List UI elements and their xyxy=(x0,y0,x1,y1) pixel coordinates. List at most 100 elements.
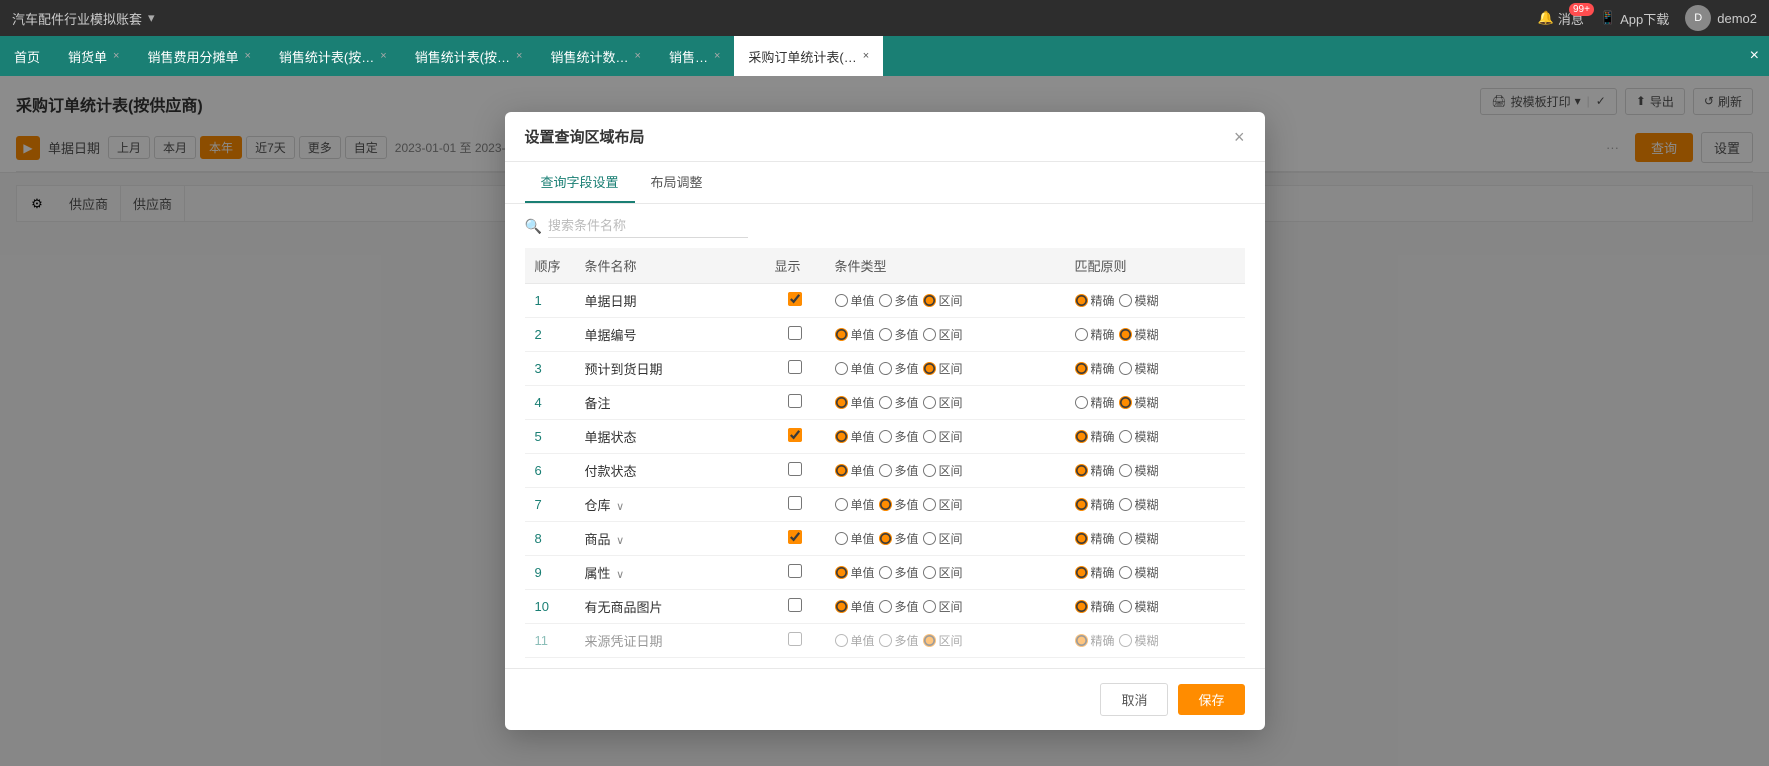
dialog-tab-query-fields[interactable]: 查询字段设置 xyxy=(525,162,635,203)
type-radio-label[interactable]: 区间 xyxy=(923,292,963,309)
match-radio[interactable] xyxy=(1075,396,1088,409)
type-radio-label[interactable]: 多值 xyxy=(879,496,919,513)
type-radio[interactable] xyxy=(923,600,936,613)
type-radio[interactable] xyxy=(879,634,892,647)
type-radio-label[interactable]: 多值 xyxy=(879,564,919,581)
type-radio-label[interactable]: 单值 xyxy=(835,360,875,377)
type-radio[interactable] xyxy=(879,464,892,477)
type-radio-label[interactable]: 区间 xyxy=(923,462,963,479)
display-checkbox[interactable] xyxy=(788,394,802,408)
match-radio[interactable] xyxy=(1075,634,1088,647)
match-radio-label[interactable]: 精确 xyxy=(1075,326,1115,343)
match-radio-label[interactable]: 精确 xyxy=(1075,428,1115,445)
type-radio-label[interactable]: 多值 xyxy=(879,292,919,309)
type-radio[interactable] xyxy=(923,464,936,477)
tab-purchase-stat-close[interactable]: × xyxy=(863,50,869,62)
tab-sales-stat3-close[interactable]: × xyxy=(635,50,641,62)
type-radio-label[interactable]: 单值 xyxy=(835,428,875,445)
tab-sales-expense[interactable]: 销售费用分摊单 × xyxy=(133,36,264,76)
type-radio-label[interactable]: 区间 xyxy=(923,530,963,547)
tab-sales-stat2-close[interactable]: × xyxy=(516,50,522,62)
type-radio[interactable] xyxy=(835,396,848,409)
type-radio[interactable] xyxy=(879,430,892,443)
type-radio-label[interactable]: 区间 xyxy=(923,428,963,445)
tab-sales-stat2[interactable]: 销售统计表(按… × xyxy=(401,36,537,76)
type-radio-label[interactable]: 多值 xyxy=(879,394,919,411)
type-radio[interactable] xyxy=(835,600,848,613)
type-radio[interactable] xyxy=(923,634,936,647)
type-radio[interactable] xyxy=(923,362,936,375)
type-radio-label[interactable]: 区间 xyxy=(923,496,963,513)
tab-home[interactable]: 首页 xyxy=(0,36,54,76)
match-radio-label[interactable]: 模糊 xyxy=(1119,428,1159,445)
type-radio-label[interactable]: 多值 xyxy=(879,462,919,479)
match-radio-label[interactable]: 模糊 xyxy=(1119,496,1159,513)
type-radio[interactable] xyxy=(835,566,848,579)
match-radio-label[interactable]: 模糊 xyxy=(1119,360,1159,377)
type-radio-label[interactable]: 区间 xyxy=(923,394,963,411)
display-checkbox[interactable] xyxy=(788,530,802,544)
type-radio[interactable] xyxy=(835,294,848,307)
type-radio[interactable] xyxy=(923,498,936,511)
type-radio-label[interactable]: 单值 xyxy=(835,394,875,411)
display-checkbox[interactable] xyxy=(788,496,802,510)
type-radio-label[interactable]: 单值 xyxy=(835,530,875,547)
type-radio[interactable] xyxy=(879,294,892,307)
match-radio-label[interactable]: 精确 xyxy=(1075,360,1115,377)
match-radio-label[interactable]: 精确 xyxy=(1075,564,1115,581)
type-radio-label[interactable]: 区间 xyxy=(923,360,963,377)
type-radio-label[interactable]: 区间 xyxy=(923,598,963,615)
match-radio[interactable] xyxy=(1119,328,1132,341)
save-button[interactable]: 保存 xyxy=(1178,684,1244,715)
tab-sales-expense-close[interactable]: × xyxy=(244,50,250,62)
match-radio[interactable] xyxy=(1119,430,1132,443)
match-radio[interactable] xyxy=(1119,396,1132,409)
tab-sales[interactable]: 销货单 × xyxy=(54,36,133,76)
match-radio[interactable] xyxy=(1075,498,1088,511)
match-radio[interactable] xyxy=(1119,294,1132,307)
match-radio[interactable] xyxy=(1075,328,1088,341)
match-radio-label[interactable]: 精确 xyxy=(1075,496,1115,513)
match-radio-label[interactable]: 模糊 xyxy=(1119,462,1159,479)
type-radio[interactable] xyxy=(923,566,936,579)
match-radio-label[interactable]: 模糊 xyxy=(1119,530,1159,547)
type-radio[interactable] xyxy=(923,294,936,307)
type-radio[interactable] xyxy=(923,430,936,443)
display-checkbox[interactable] xyxy=(788,598,802,612)
dialog-tab-layout[interactable]: 布局调整 xyxy=(635,162,719,203)
tab-purchase-stat[interactable]: 采购订单统计表(… × xyxy=(734,36,883,76)
type-radio-label[interactable]: 单值 xyxy=(835,564,875,581)
search-input[interactable] xyxy=(548,214,748,238)
match-radio-label[interactable]: 精确 xyxy=(1075,598,1115,615)
match-radio-label[interactable]: 精确 xyxy=(1075,632,1115,649)
match-radio[interactable] xyxy=(1075,566,1088,579)
type-radio[interactable] xyxy=(879,498,892,511)
match-radio[interactable] xyxy=(1119,634,1132,647)
match-radio-label[interactable]: 模糊 xyxy=(1119,564,1159,581)
match-radio[interactable] xyxy=(1075,532,1088,545)
type-radio-label[interactable]: 多值 xyxy=(879,360,919,377)
app-download-button[interactable]: 📱 App下载 xyxy=(1600,9,1669,28)
tab-sales-stat1[interactable]: 销售统计表(按… × xyxy=(265,36,401,76)
type-radio[interactable] xyxy=(835,634,848,647)
type-radio-label[interactable]: 单值 xyxy=(835,632,875,649)
match-radio-label[interactable]: 模糊 xyxy=(1119,598,1159,615)
display-checkbox[interactable] xyxy=(788,564,802,578)
match-radio[interactable] xyxy=(1119,464,1132,477)
match-radio-label[interactable]: 精确 xyxy=(1075,462,1115,479)
type-radio-label[interactable]: 单值 xyxy=(835,292,875,309)
type-radio-label[interactable]: 单值 xyxy=(835,598,875,615)
display-checkbox[interactable] xyxy=(788,632,802,646)
match-radio-label[interactable]: 精确 xyxy=(1075,394,1115,411)
type-radio[interactable] xyxy=(923,328,936,341)
type-radio[interactable] xyxy=(879,328,892,341)
display-checkbox[interactable] xyxy=(788,360,802,374)
match-radio[interactable] xyxy=(1119,532,1132,545)
match-radio[interactable] xyxy=(1119,600,1132,613)
type-radio-label[interactable]: 多值 xyxy=(879,326,919,343)
type-radio-label[interactable]: 多值 xyxy=(879,530,919,547)
match-radio[interactable] xyxy=(1119,566,1132,579)
type-radio[interactable] xyxy=(835,430,848,443)
display-checkbox[interactable] xyxy=(788,326,802,340)
type-radio-label[interactable]: 区间 xyxy=(923,564,963,581)
